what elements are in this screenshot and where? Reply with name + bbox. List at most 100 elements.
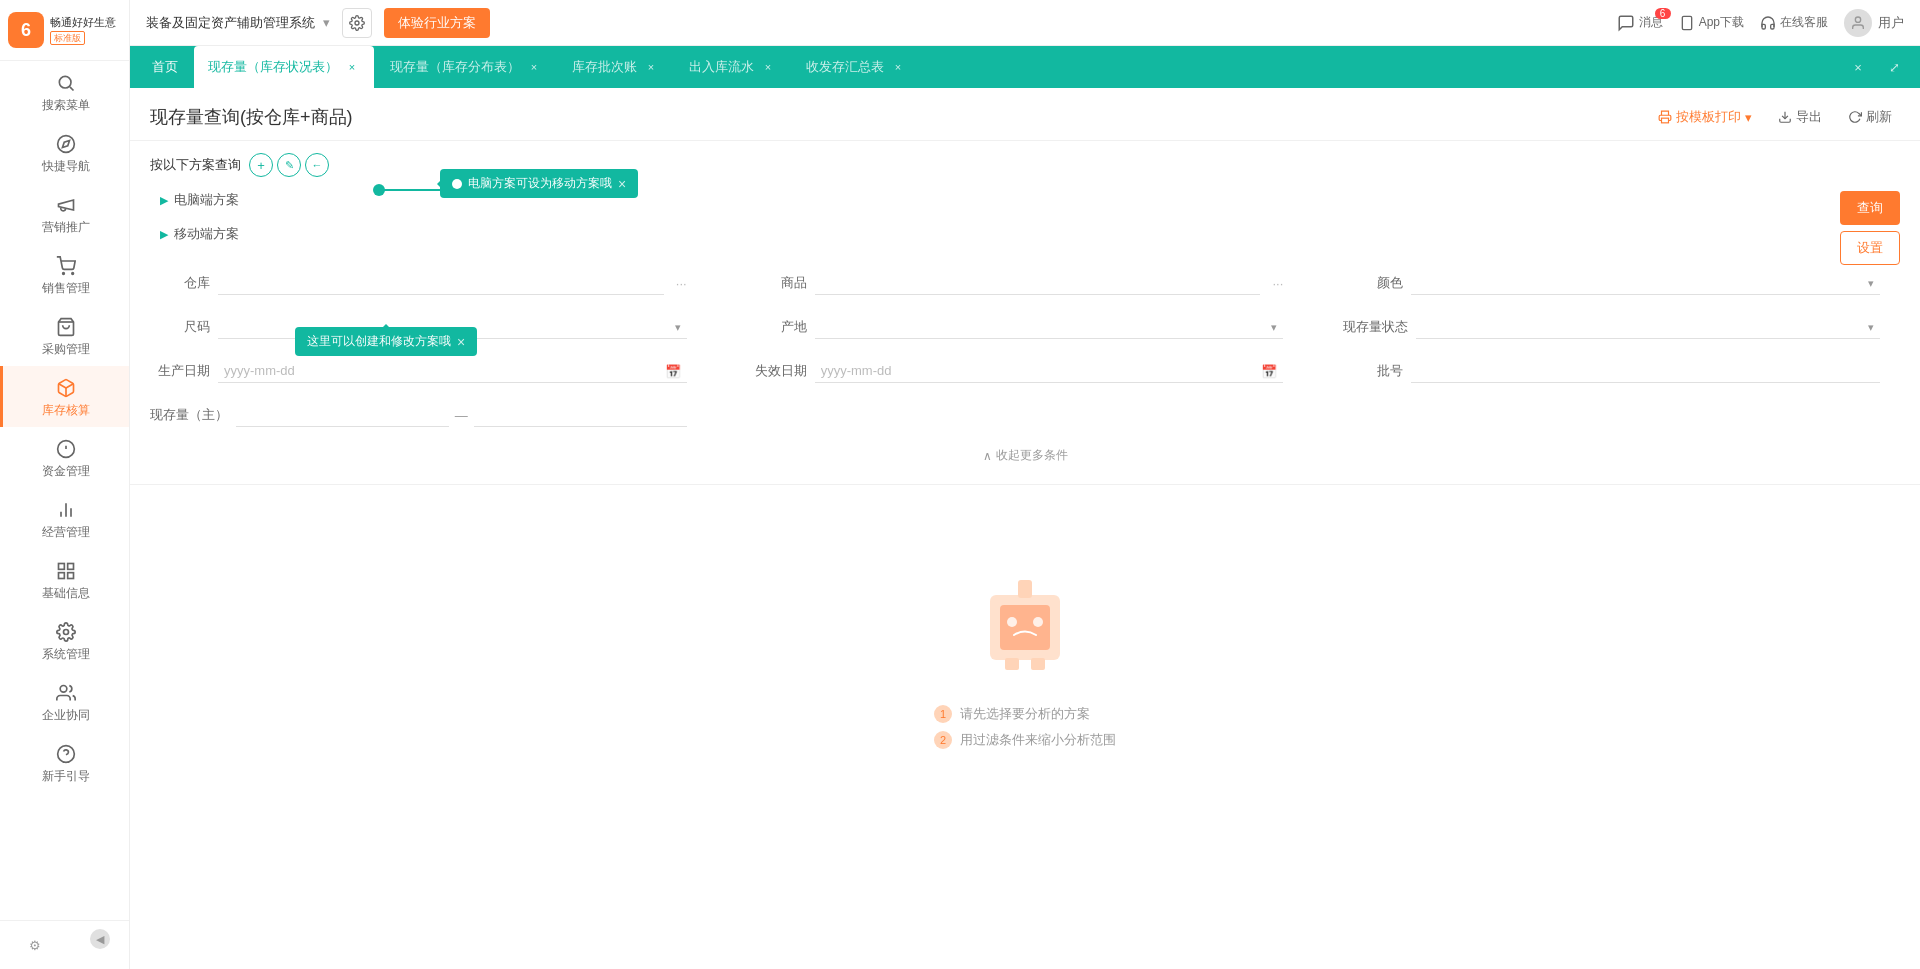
online-service-btn[interactable]: 在线客服 [1760, 14, 1828, 31]
people-icon [56, 683, 76, 703]
sidebar-item-search-menu[interactable]: 搜索菜单 [0, 61, 129, 122]
svg-point-19 [60, 686, 67, 693]
box-icon [56, 378, 76, 398]
color-select-wrap [1411, 271, 1880, 295]
plan-item-mobile[interactable]: ▶ 移动端方案 [160, 221, 1900, 247]
search-btn[interactable]: 查询 [1840, 191, 1900, 225]
export-btn[interactable]: 导出 [1770, 104, 1830, 130]
batch-no-input[interactable] [1411, 359, 1880, 383]
app-download-btn[interactable]: App下载 [1679, 14, 1744, 31]
warehouse-dots[interactable]: ··· [676, 276, 687, 291]
back-btn[interactable]: ← [305, 153, 329, 177]
tooltip-create-bubble: 这里可以创建和修改方案哦 × [295, 327, 477, 356]
filter-goods: 商品 ··· [747, 271, 1284, 295]
tab-close-batch-accounts[interactable]: × [643, 59, 659, 75]
svg-point-4 [63, 273, 65, 275]
svg-point-0 [59, 76, 71, 88]
user-avatar [1844, 9, 1872, 37]
warehouse-input[interactable] [218, 271, 664, 295]
settings-icon-btn[interactable]: ⚙ [19, 929, 51, 961]
sidebar-item-basic[interactable]: 基础信息 [0, 549, 129, 610]
range-separator: — [455, 408, 468, 423]
svg-rect-16 [59, 573, 65, 579]
inventory-main-max[interactable] [474, 403, 687, 427]
tooltip-plan-close[interactable]: × [618, 176, 626, 192]
tooltip-create-close[interactable]: × [457, 334, 465, 350]
inventory-status-select-wrap [1416, 315, 1880, 339]
page-actions: 按模板打印 ▾ 导出 刷新 [1650, 104, 1900, 130]
tab-bar-right: × ⤢ [1844, 46, 1912, 88]
filter-label: 按以下方案查询 [150, 156, 241, 174]
collapse-bar[interactable]: ∧ 收起更多条件 [150, 439, 1900, 472]
sidebar-nav: 搜索菜单 快捷导航 营销推广 销售管理 采购管理 库存核算 资金管理 经营管理 [0, 61, 129, 920]
add-plan-btn[interactable]: + [249, 153, 273, 177]
sidebar-item-quick-nav[interactable]: 快捷导航 [0, 122, 129, 183]
svg-rect-26 [1662, 118, 1669, 123]
sidebar-item-marketing[interactable]: 营销推广 [0, 183, 129, 244]
svg-point-25 [1855, 17, 1860, 22]
reset-btn[interactable]: 设置 [1840, 231, 1900, 265]
sidebar-item-enterprise[interactable]: 企业协同 [0, 671, 129, 732]
tab-close-all-btn[interactable]: × [1844, 53, 1872, 81]
megaphone-icon [56, 195, 76, 215]
tab-close-in-out-flow[interactable]: × [760, 59, 776, 75]
tab-fullscreen-btn[interactable]: ⤢ [1880, 53, 1908, 81]
print-btn[interactable]: 按模板打印 ▾ [1650, 104, 1760, 130]
sidebar-item-guide[interactable]: 新手引导 [0, 732, 129, 793]
svg-point-2 [58, 136, 75, 153]
chevron-up-icon: ∧ [983, 449, 992, 463]
print-icon [1658, 110, 1672, 124]
messages-btn[interactable]: 消息 6 [1617, 14, 1663, 32]
tab-home[interactable]: 首页 [138, 46, 192, 88]
filter-color: 颜色 [1343, 271, 1880, 295]
tab-close-inventory-status[interactable]: × [344, 59, 360, 75]
tooltip-dot [452, 179, 462, 189]
sidebar-item-finance[interactable]: 资金管理 [0, 427, 129, 488]
filter-area: 按以下方案查询 + ✎ ← ▶ 电脑端方案 ▶ [130, 141, 1920, 485]
filter-warehouse: 仓库 ··· [150, 271, 687, 295]
tab-inventory-status[interactable]: 现存量（库存状况表） × [194, 46, 374, 88]
user-menu[interactable]: 用户 [1844, 9, 1904, 37]
filter-row-3: 生产日期 失效日期 批号 [150, 351, 1900, 391]
settings-btn[interactable] [342, 8, 372, 38]
inventory-main-min[interactable] [236, 403, 449, 427]
phone-icon [1679, 15, 1695, 31]
goods-input[interactable] [815, 271, 1261, 295]
sidebar-item-sales[interactable]: 销售管理 [0, 244, 129, 305]
tab-inventory-dist[interactable]: 现存量（库存分布表） × [376, 46, 556, 88]
sidebar-collapse-btn[interactable]: ◀ [90, 929, 110, 949]
edit-plan-btn[interactable]: ✎ [277, 153, 301, 177]
tab-collection-summary[interactable]: 收发存汇总表 × [792, 46, 920, 88]
production-date-input[interactable] [218, 359, 687, 383]
industry-btn[interactable]: 体验行业方案 [384, 8, 490, 38]
tab-batch-accounts[interactable]: 库存批次账 × [558, 46, 673, 88]
color-select[interactable] [1411, 271, 1880, 295]
top-header: 装备及固定资产辅助管理系统 ▾ 体验行业方案 消息 6 App下载 在线客服 [130, 0, 1920, 46]
chart-icon [56, 500, 76, 520]
svg-rect-32 [1018, 580, 1032, 598]
origin-select[interactable] [815, 315, 1284, 339]
refresh-btn[interactable]: 刷新 [1840, 104, 1900, 130]
tooltip-plan-bubble: 电脑方案可设为移动方案哦 × [440, 169, 638, 198]
tab-close-collection-summary[interactable]: × [890, 59, 906, 75]
app-logo-icon: 6 [8, 12, 44, 48]
page-container: 现存量查询(按仓库+商品) 按模板打印 ▾ 导出 刷新 [130, 88, 1920, 969]
filter-production-date: 生产日期 [150, 359, 687, 383]
tooltip-create-area: 这里可以创建和修改方案哦 × [295, 327, 477, 356]
inventory-status-select[interactable] [1416, 315, 1880, 339]
goods-dots[interactable]: ··· [1272, 276, 1283, 291]
header-right: 消息 6 App下载 在线客服 用户 [1617, 9, 1904, 37]
filter-inventory-status: 现存量状态 [1343, 315, 1880, 339]
tab-close-inventory-dist[interactable]: × [526, 59, 542, 75]
sidebar-item-operations[interactable]: 经营管理 [0, 488, 129, 549]
user-icon [1850, 15, 1866, 31]
svg-rect-34 [1031, 658, 1045, 670]
sidebar-item-system[interactable]: 系统管理 [0, 610, 129, 671]
sidebar-item-inventory[interactable]: 库存核算 [0, 366, 129, 427]
production-date-wrap [218, 359, 687, 383]
grid-icon [56, 561, 76, 581]
sidebar-item-purchase[interactable]: 采购管理 [0, 305, 129, 366]
sidebar-logo: 6 畅通好好生意 标准版 [0, 0, 129, 61]
expiry-date-input[interactable] [815, 359, 1284, 383]
tab-in-out-flow[interactable]: 出入库流水 × [675, 46, 790, 88]
